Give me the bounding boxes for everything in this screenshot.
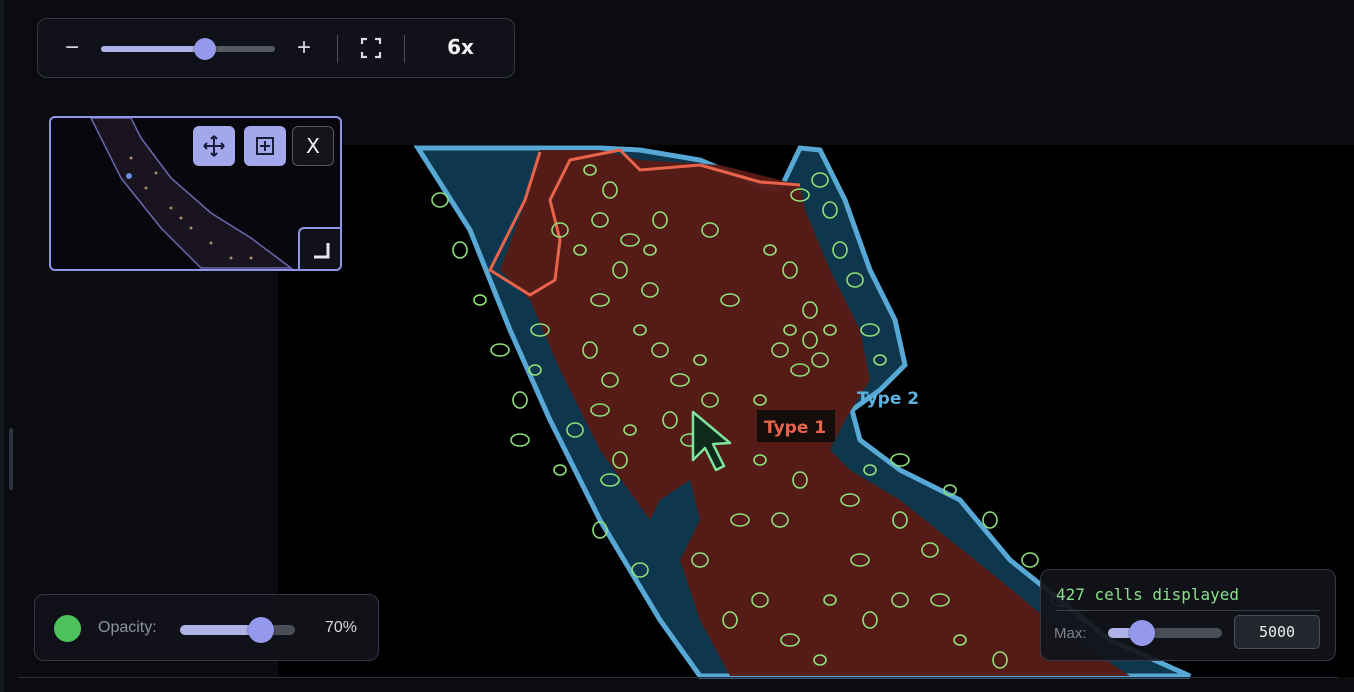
zoom-slider-thumb[interactable] [194, 38, 217, 60]
layer-color-swatch[interactable] [54, 615, 81, 642]
fullscreen-button[interactable] [356, 33, 386, 63]
type1-label: Type 1 [764, 418, 826, 438]
region-select-button[interactable] [244, 126, 286, 166]
zoom-in-button[interactable]: + [289, 33, 319, 63]
opacity-slider[interactable] [180, 617, 295, 643]
cells-count: 427 cells displayed [1056, 585, 1240, 604]
fullscreen-icon [360, 37, 382, 59]
toolbar-separator [337, 35, 338, 63]
move-icon [203, 135, 225, 157]
max-label: Max: [1054, 625, 1087, 642]
minimap[interactable]: X [49, 116, 342, 271]
max-cells-slider-thumb[interactable] [1129, 620, 1156, 646]
pan-button[interactable] [193, 126, 235, 166]
opacity-slider-thumb[interactable] [247, 617, 274, 643]
toolbar-separator [404, 35, 405, 63]
zoom-toolbar: − + 6x [37, 18, 515, 78]
opacity-value: 70% [325, 619, 358, 636]
type2-label: Type 2 [857, 389, 919, 409]
minimap-resize-handle[interactable] [298, 227, 340, 269]
zoom-slider[interactable] [101, 38, 275, 60]
zoom-level-readout: 6x [447, 35, 474, 59]
bottom-border [18, 677, 1338, 678]
opacity-label: Opacity: [98, 619, 157, 636]
zoom-slider-fill [101, 46, 206, 52]
opacity-panel: Opacity: 70% [34, 594, 379, 661]
zoom-out-button[interactable]: − [57, 33, 87, 63]
cells-panel: 427 cells displayed Max: [1040, 569, 1336, 661]
minimap-close-button[interactable]: X [292, 126, 334, 166]
resize-corner-icon [314, 243, 330, 259]
cells-divider [1056, 610, 1320, 611]
max-cells-slider[interactable] [1108, 620, 1222, 646]
max-cells-input[interactable] [1234, 615, 1320, 649]
plus-square-icon [256, 137, 274, 155]
